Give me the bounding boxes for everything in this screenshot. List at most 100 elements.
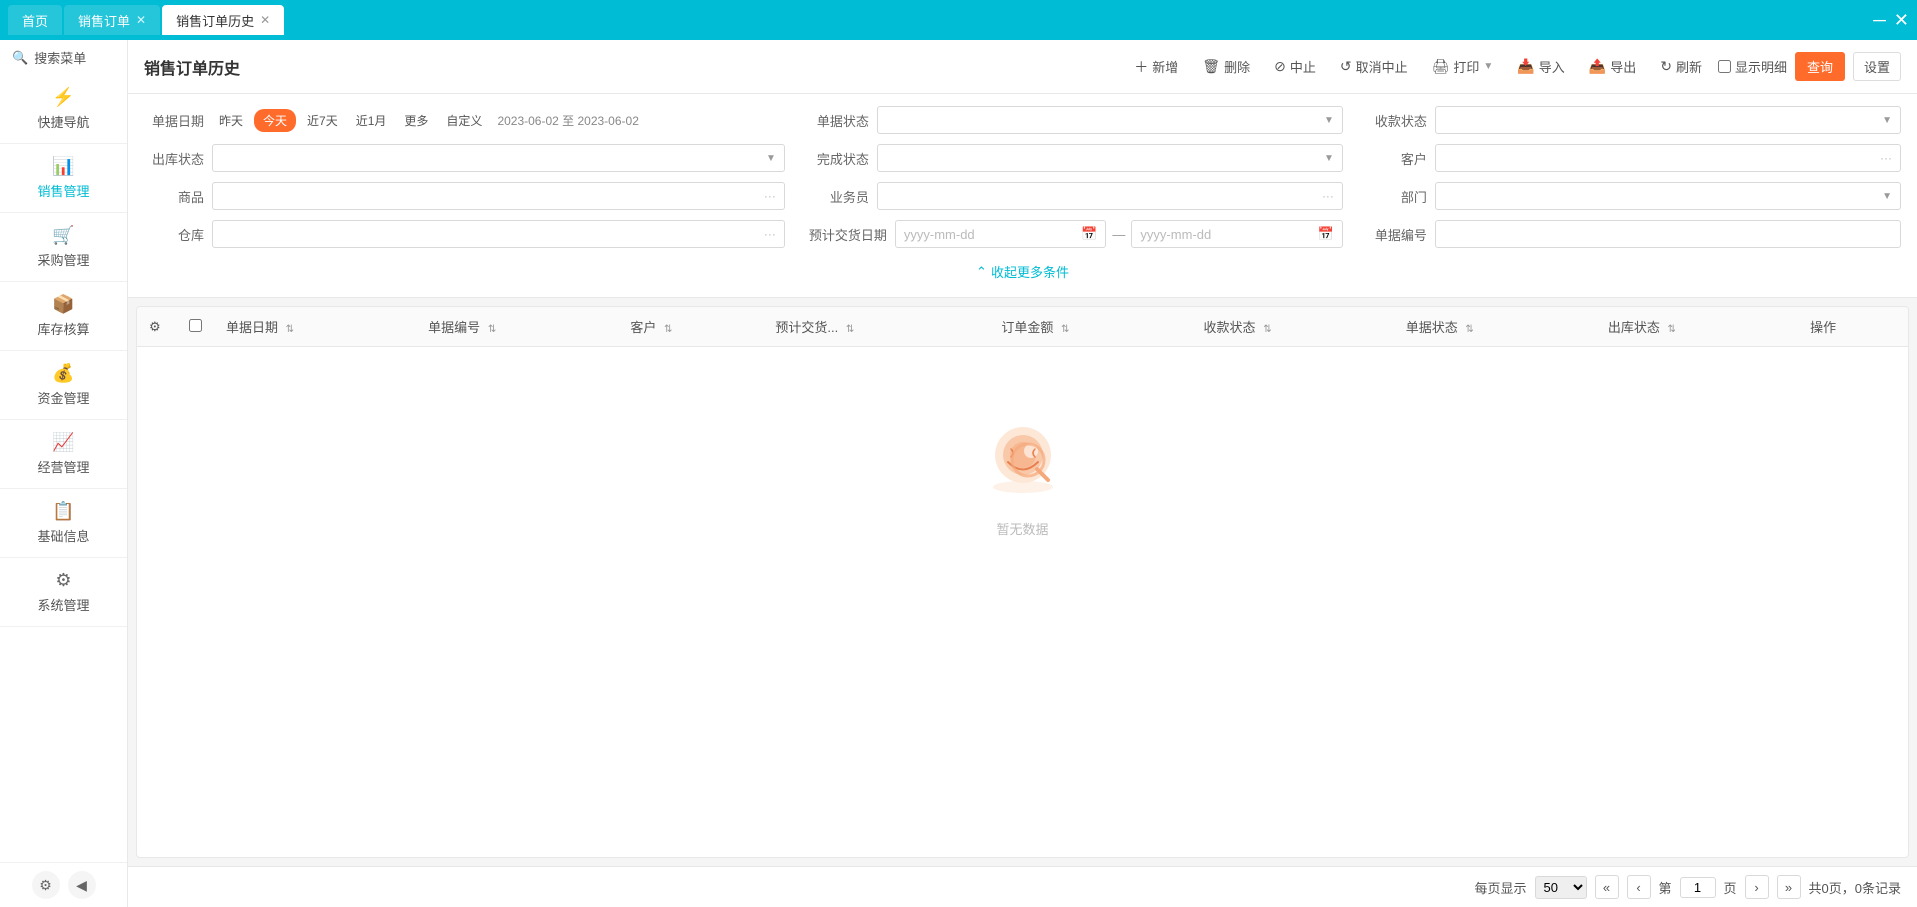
close-icon[interactable]: ✕ xyxy=(1894,10,1909,31)
col-action: 操作 xyxy=(1798,307,1908,347)
complete-status-control[interactable]: ▼ xyxy=(877,144,1343,172)
warehouse-label: 仓库 xyxy=(144,225,204,244)
main-layout: 🔍 搜索菜单 ⚡ 快捷导航 📊 销售管理 🛒 采购管理 📦 库存核算 💰 资金管… xyxy=(0,40,1917,907)
department-control[interactable]: ▼ xyxy=(1435,182,1901,210)
tab-sales-order-close[interactable]: ✕ xyxy=(136,13,146,27)
order-number-input[interactable] xyxy=(1444,227,1892,242)
select-all-checkbox[interactable] xyxy=(189,319,202,332)
sidebar-search[interactable]: 🔍 搜索菜单 xyxy=(0,40,127,75)
customer-control[interactable]: ··· xyxy=(1435,144,1901,172)
refresh-icon: ↻ xyxy=(1660,58,1672,75)
date-btn-custom[interactable]: 自定义 xyxy=(439,109,489,132)
expected-date-start-input[interactable] xyxy=(904,227,1077,242)
page-size-select[interactable]: 10 20 50 100 xyxy=(1535,876,1587,899)
col-delivery-status-label: 出库状态 xyxy=(1608,320,1660,335)
col-amount[interactable]: 订单金额 ⇅ xyxy=(989,307,1191,347)
sidebar-item-finance[interactable]: 💰 资金管理 xyxy=(0,351,127,420)
col-customer[interactable]: 客户 ⇅ xyxy=(618,307,763,347)
col-date[interactable]: 单据日期 ⇅ xyxy=(214,307,416,347)
filter-payment-status-item: 收款状态 ▼ xyxy=(1367,106,1901,134)
col-expected-date[interactable]: 预计交货... ⇅ xyxy=(763,307,989,347)
calendar-end-icon[interactable]: 📅 xyxy=(1318,226,1334,242)
warehouse-control[interactable]: ··· xyxy=(212,220,785,248)
minimize-icon[interactable]: ─ xyxy=(1873,10,1886,31)
sidebar-item-operations[interactable]: 📈 经营管理 xyxy=(0,420,127,489)
new-button[interactable]: ＋ 新增 xyxy=(1126,53,1186,81)
page-suffix: 页 xyxy=(1724,878,1737,897)
print-button[interactable]: 🖨 打印 ▼ xyxy=(1424,53,1502,80)
sidebar-item-sales-mgmt[interactable]: 📊 销售管理 xyxy=(0,144,127,213)
tab-sales-order-history-close[interactable]: ✕ xyxy=(260,13,270,27)
delivery-status-control[interactable]: ▼ xyxy=(212,144,785,172)
inventory-icon: 📦 xyxy=(52,294,74,315)
next-page-button[interactable]: › xyxy=(1745,875,1769,899)
date-btn-more[interactable]: 更多 xyxy=(397,109,435,132)
tab-sales-order[interactable]: 销售订单 ✕ xyxy=(64,5,160,35)
sidebar-item-base-info[interactable]: 📋 基础信息 xyxy=(0,489,127,558)
salesperson-more-icon[interactable]: ··· xyxy=(1322,189,1334,203)
first-page-button[interactable]: « xyxy=(1595,875,1619,899)
tab-sales-order-history[interactable]: 销售订单历史 ✕ xyxy=(162,5,284,35)
customer-more-icon[interactable]: ··· xyxy=(1880,151,1892,165)
sidebar-item-inventory[interactable]: 📦 库存核算 xyxy=(0,282,127,351)
collapse-button[interactable]: ⌃ 收起更多条件 xyxy=(144,258,1901,285)
data-table: ⚙ 单据日期 ⇅ 单据编号 ⇅ 客户 ⇅ xyxy=(137,307,1908,598)
col-number[interactable]: 单据编号 ⇅ xyxy=(416,307,618,347)
filter-date-item: 单据日期 昨天 今天 近7天 近1月 更多 自定义 2023-06-02 至 2… xyxy=(144,109,785,132)
department-label: 部门 xyxy=(1367,187,1427,206)
col-delivery-status[interactable]: 出库状态 ⇅ xyxy=(1596,307,1798,347)
expected-date-start-control[interactable]: 📅 xyxy=(895,220,1107,248)
export-button[interactable]: 📤 导出 xyxy=(1581,53,1644,80)
sidebar-collapse-btn[interactable]: ◀ xyxy=(68,871,96,899)
delete-button[interactable]: 🗑 删除 xyxy=(1194,53,1258,80)
system-icon: ⚙ xyxy=(55,570,71,591)
sidebar-item-purchase-mgmt[interactable]: 🛒 采购管理 xyxy=(0,213,127,282)
order-number-control[interactable] xyxy=(1435,220,1901,248)
total-info: 共0页，0条记录 xyxy=(1809,878,1901,897)
payment-status-control[interactable]: ▼ xyxy=(1435,106,1901,134)
page-prefix: 第 xyxy=(1659,878,1672,897)
table-gear-header[interactable]: ⚙ xyxy=(137,307,177,347)
sidebar-settings-btn[interactable]: ⚙ xyxy=(32,871,60,899)
order-status-control[interactable]: ▼ xyxy=(877,106,1343,134)
content-area: 销售订单历史 ＋ 新增 🗑 删除 ⊘ 中止 ↺ 取消中止 xyxy=(128,40,1917,907)
table-header-row: ⚙ 单据日期 ⇅ 单据编号 ⇅ 客户 ⇅ xyxy=(137,307,1908,347)
stop-button[interactable]: ⊘ 中止 xyxy=(1266,53,1324,80)
date-btn-1month[interactable]: 近1月 xyxy=(349,109,394,132)
settings-button[interactable]: 设置 xyxy=(1853,52,1901,81)
expected-date-end-control[interactable]: 📅 xyxy=(1131,220,1343,248)
window-controls: ─ ✕ xyxy=(1873,10,1909,31)
order-status-label: 单据状态 xyxy=(809,111,869,130)
expected-date-end-input[interactable] xyxy=(1140,227,1313,242)
cancel-stop-button[interactable]: ↺ 取消中止 xyxy=(1332,53,1416,80)
filter-department-item: 部门 ▼ xyxy=(1367,182,1901,210)
product-more-icon[interactable]: ··· xyxy=(764,189,776,203)
display-detail-checkbox[interactable] xyxy=(1718,60,1731,73)
display-detail: 显示明细 xyxy=(1718,57,1787,76)
query-button[interactable]: 查询 xyxy=(1795,52,1845,81)
filter-customer-item: 客户 ··· xyxy=(1367,144,1901,172)
sidebar-item-system[interactable]: ⚙ 系统管理 xyxy=(0,558,127,627)
date-btn-yesterday[interactable]: 昨天 xyxy=(212,109,250,132)
sidebar-item-quick-nav[interactable]: ⚡ 快捷导航 xyxy=(0,75,127,144)
filter-warehouse-item: 仓库 ··· xyxy=(144,220,785,248)
date-btn-today[interactable]: 今天 xyxy=(254,109,296,132)
date-btn-7days[interactable]: 近7天 xyxy=(300,109,345,132)
last-page-button[interactable]: » xyxy=(1777,875,1801,899)
top-bar: 首页 销售订单 ✕ 销售订单历史 ✕ ─ ✕ xyxy=(0,0,1917,40)
refresh-button[interactable]: ↻ 刷新 xyxy=(1652,53,1710,80)
salesperson-control[interactable]: ··· xyxy=(877,182,1343,210)
calendar-start-icon[interactable]: 📅 xyxy=(1081,226,1097,242)
table-checkbox-header[interactable] xyxy=(177,307,214,347)
date-range-text: 2023-06-02 至 2023-06-02 xyxy=(497,112,638,129)
date-separator: — xyxy=(1112,227,1125,242)
delete-label: 删除 xyxy=(1224,57,1250,76)
product-control[interactable]: ··· xyxy=(212,182,785,210)
tab-home[interactable]: 首页 xyxy=(8,5,62,35)
import-button[interactable]: 📥 导入 xyxy=(1509,53,1572,80)
col-payment-status[interactable]: 收款状态 ⇅ xyxy=(1192,307,1394,347)
warehouse-more-icon[interactable]: ··· xyxy=(764,227,776,241)
prev-page-button[interactable]: ‹ xyxy=(1627,875,1651,899)
page-number-input[interactable] xyxy=(1680,877,1716,898)
col-order-status[interactable]: 单据状态 ⇅ xyxy=(1394,307,1596,347)
